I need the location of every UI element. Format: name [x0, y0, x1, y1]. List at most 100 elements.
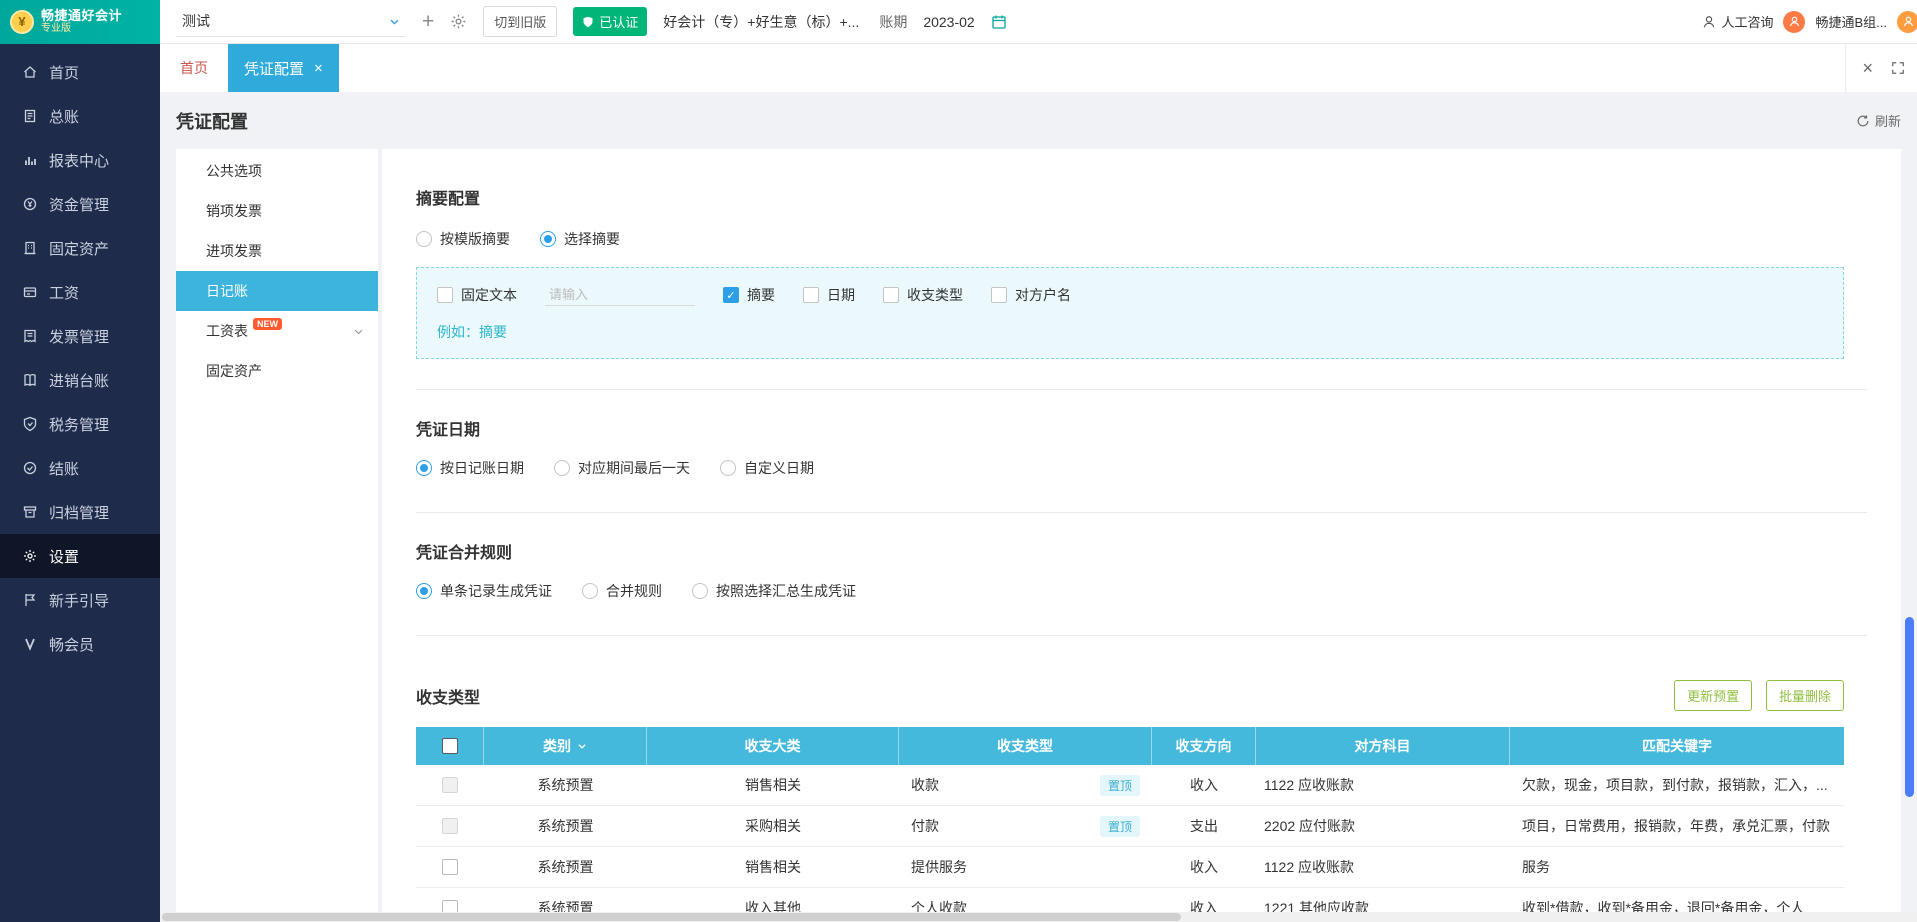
period-value[interactable]: 2023-02 [923, 14, 974, 30]
pinned-badge: 置顶 [1099, 774, 1140, 796]
general-ledger-icon [24, 109, 36, 123]
vertical-scrollbar-thumb[interactable] [1905, 617, 1914, 797]
radio-select-summary[interactable]: 选择摘要 [540, 229, 620, 249]
menu-item-fixed-assets[interactable]: 固定资产 [176, 351, 378, 391]
column-header-major-type: 收支大类 [647, 727, 899, 765]
page-title: 凭证配置 [176, 111, 248, 132]
income-expense-table: 类别 收支大类 收支类型 收支方向 对方科目 匹配关键字 系统预置 销售相关 收… [416, 727, 1844, 922]
sidebar-item-home[interactable]: 首页 [0, 50, 160, 94]
app-edition: 专业版 [41, 23, 71, 34]
sidebar-item-guide[interactable]: 新手引导 [0, 578, 160, 622]
checkbox-summary[interactable]: 摘要 [723, 285, 775, 305]
support-link[interactable]: 人工咨询 [1702, 12, 1773, 31]
row-checkbox[interactable] [442, 818, 458, 834]
sidebar-item-member[interactable]: 畅会员 [0, 622, 160, 666]
sidebar-item-fixed-assets[interactable]: 固定资产 [0, 226, 160, 270]
tab-home[interactable]: 首页 [180, 58, 208, 78]
tab-bar: 首页 凭证配置 × × [160, 44, 1917, 92]
tab-close-icon[interactable]: × [314, 61, 323, 76]
period-label: 账期 [879, 13, 908, 30]
sidebar-item-trade-ledger[interactable]: 进销台账 [0, 358, 160, 402]
summary-example-text: 例如：摘要 [437, 324, 507, 340]
radio-single-record[interactable]: 单条记录生成凭证 [416, 581, 552, 601]
row-checkbox[interactable] [442, 777, 458, 793]
radio-period-last-day[interactable]: 对应期间最后一天 [554, 458, 690, 478]
checkbox-fixed-text[interactable]: 固定文本 [437, 285, 517, 305]
menu-item-journal[interactable]: 日记账 [176, 271, 378, 311]
divider [416, 389, 1867, 390]
checkbox-box [437, 287, 453, 303]
invoice-icon [24, 329, 36, 343]
radio-custom-date[interactable]: 自定义日期 [720, 458, 814, 478]
radio-summarize-selected[interactable]: 按照选择汇总生成凭证 [692, 581, 856, 601]
checkbox-box [723, 287, 739, 303]
tab-voucher-config[interactable]: 凭证配置 × [228, 44, 339, 92]
calendar-icon[interactable] [991, 14, 1007, 30]
menu-item-sales-invoice[interactable]: 销项发票 [176, 191, 378, 231]
sidebar-item-archive[interactable]: 归档管理 [0, 490, 160, 534]
close-all-tabs-icon[interactable]: × [1862, 59, 1873, 77]
config-panel: 摘要配置 按模版摘要 选择摘要 固定文本 请输入 ✓ 摘要 日期 收支类型 对方… [382, 149, 1901, 922]
table-row[interactable]: 系统预置 销售相关 收款 置顶 收入 1122 应收账款 欠款，现金，项目款，到… [416, 765, 1844, 806]
home-icon [24, 66, 36, 78]
fixed-text-input[interactable] [545, 284, 695, 306]
chevron-down-icon[interactable] [353, 326, 364, 337]
row-checkbox[interactable] [442, 859, 458, 875]
column-header-type: 收支类型 [899, 727, 1152, 765]
horizontal-scrollbar-thumb[interactable] [162, 913, 1182, 921]
sidebar-item-salary[interactable]: 工资 [0, 270, 160, 314]
archive-icon [23, 506, 37, 518]
radio-circle [582, 583, 598, 599]
radio-circle [416, 231, 432, 247]
checkbox-income-expense-type[interactable]: 收支类型 [883, 285, 963, 305]
column-header-account: 对方科目 [1256, 727, 1510, 765]
settings-icon [24, 550, 36, 562]
member-icon [25, 638, 35, 651]
edge-avatar-icon[interactable] [1897, 10, 1917, 33]
section-title-income-expense: 收支类型 [416, 689, 481, 707]
sidebar-item-tax[interactable]: 税务管理 [0, 402, 160, 446]
section-title-merge-rule: 凭证合并规则 [416, 545, 513, 562]
sidebar-item-general-ledger[interactable]: 总账 [0, 94, 160, 138]
fullscreen-icon[interactable] [1891, 61, 1905, 75]
sidebar-item-funds[interactable]: 资金管理 [0, 182, 160, 226]
tax-icon [23, 416, 37, 432]
sidebar-item-invoice[interactable]: 发票管理 [0, 314, 160, 358]
radio-circle [554, 460, 570, 476]
batch-delete-button[interactable]: 批量删除 [1765, 680, 1844, 711]
menu-item-common-options[interactable]: 公共选项 [176, 151, 378, 191]
menu-item-salary-sheet[interactable]: 工资表 NEW [176, 311, 378, 351]
table-row[interactable]: 系统预置 销售相关 提供服务 收入 1122 应收账款 服务 [416, 847, 1844, 888]
menu-item-purchase-invoice[interactable]: 进项发票 [176, 231, 378, 271]
radio-merge-rule[interactable]: 合并规则 [582, 581, 662, 601]
checkbox-counterparty-name[interactable]: 对方户名 [991, 285, 1071, 305]
gear-icon[interactable] [450, 13, 467, 30]
sidebar-item-settings[interactable]: 设置 [0, 534, 160, 578]
salary-icon [23, 287, 37, 298]
company-select[interactable]: 测试 [176, 6, 406, 37]
funds-icon [23, 197, 37, 211]
horizontal-scrollbar[interactable] [160, 912, 1917, 922]
sidebar-item-closing[interactable]: 结账 [0, 446, 160, 490]
app-logo: ¥ 畅捷通好会计 专业版 [0, 0, 160, 44]
select-all-checkbox[interactable] [441, 738, 458, 754]
logo-coin-icon: ¥ [10, 9, 34, 34]
add-account-set-icon[interactable]: + [422, 11, 434, 32]
checkbox-date[interactable]: 日期 [803, 285, 855, 305]
switch-old-version-button[interactable]: 切到旧版 [483, 6, 558, 37]
divider [416, 512, 1867, 513]
user-name[interactable]: 畅捷通B组... [1815, 12, 1887, 31]
refresh-button[interactable]: 刷新 [1856, 111, 1901, 130]
table-row[interactable]: 系统预置 采购相关 付款 置顶 支出 2202 应付账款 项目，日常费用，报销款… [416, 806, 1844, 847]
app-title: 畅捷通好会计 [41, 8, 123, 23]
column-header-keywords: 匹配关键字 [1642, 738, 1712, 754]
sidebar-item-report-center[interactable]: 报表中心 [0, 138, 160, 182]
shield-icon [583, 16, 593, 27]
radio-template-summary[interactable]: 按模版摘要 [416, 229, 510, 249]
radio-journal-date[interactable]: 按日记账日期 [416, 458, 524, 478]
column-header-category[interactable]: 类别 [484, 727, 647, 765]
checkbox-box [883, 287, 899, 303]
update-preset-button[interactable]: 更新预置 [1674, 680, 1753, 711]
user-avatar[interactable] [1783, 10, 1806, 33]
radio-circle [540, 231, 556, 247]
